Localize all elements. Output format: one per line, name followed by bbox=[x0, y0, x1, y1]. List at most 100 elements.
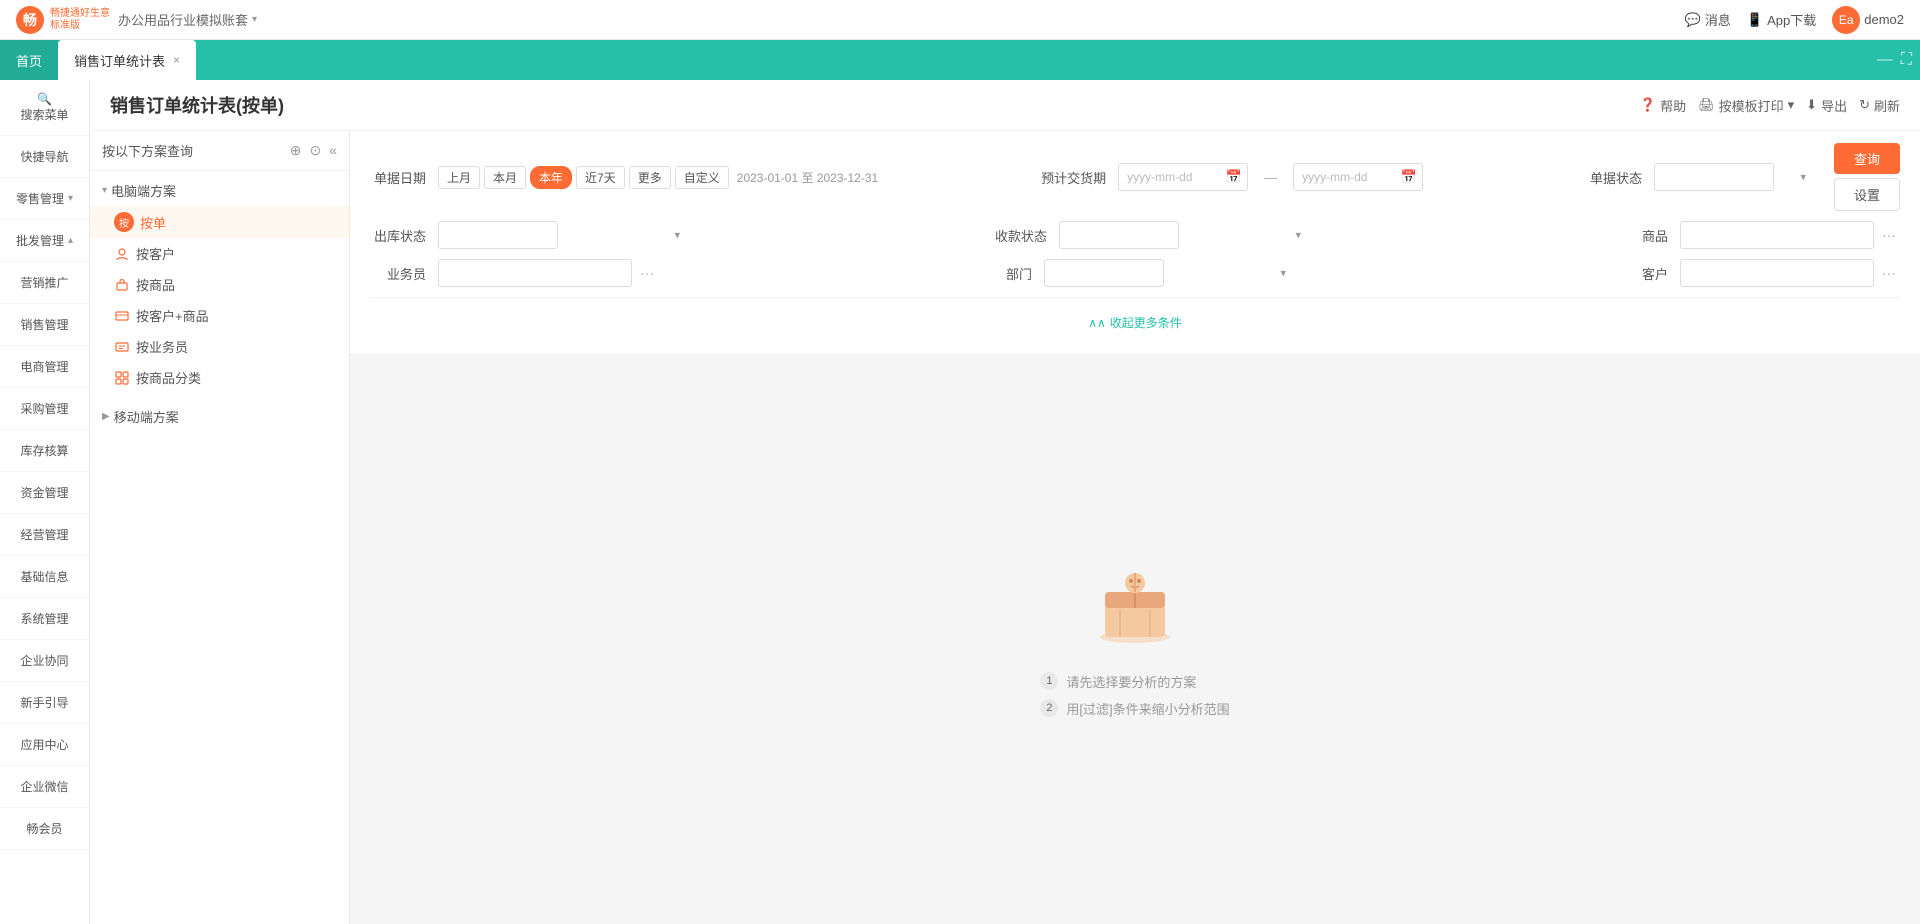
shortcut-this-year[interactable]: 本年 bbox=[530, 166, 572, 189]
content-area: 销售订单统计表(按单) ❓ 帮助 🖨 按模板打印 ▾ ⬇ 导出 ↻ 刷新 bbox=[90, 80, 1920, 924]
page-title: 销售订单统计表(按单) bbox=[110, 92, 284, 130]
receive-status-label: 收款状态 bbox=[991, 226, 1047, 245]
date-shortcut-group: 上月 本月 本年 近7天 更多 自定义 2023-01-01 至 2023-12… bbox=[438, 166, 878, 189]
filter-row-2: 出库状态 收款状态 商品 bbox=[370, 221, 1900, 249]
help-button[interactable]: ❓ 帮助 bbox=[1640, 96, 1686, 115]
goods-more-icon[interactable]: ··· bbox=[1878, 227, 1900, 243]
logo-area: 畅 畅捷通好生意 标准版 bbox=[16, 6, 110, 34]
sidebar-item-enterprise[interactable]: 企业协同 bbox=[0, 640, 89, 682]
sidebar-item-quicknav[interactable]: 快捷导航 bbox=[0, 136, 89, 178]
active-tab[interactable]: 销售订单统计表 × bbox=[58, 40, 196, 80]
avatar: Ea bbox=[1832, 6, 1860, 34]
sidebar-item-search[interactable]: 🔍 搜索菜单 bbox=[0, 80, 89, 136]
mobile-group-header[interactable]: ▶ 移动端方案 bbox=[90, 401, 349, 432]
sidebar: 🔍 搜索菜单 快捷导航 零售管理 ▾ 批发管理 ▴ 营销推广 销售管理 电商管理… bbox=[0, 80, 90, 924]
search-menu-icon: 🔍 bbox=[37, 92, 52, 106]
sidebar-item-label: 批发管理 bbox=[16, 232, 64, 249]
left-panel-actions: ⊕ ⊙ « bbox=[290, 142, 337, 159]
salesman-input[interactable] bbox=[438, 259, 632, 287]
sidebar-item-label: 电商管理 bbox=[8, 358, 81, 375]
shortcut-last-7days[interactable]: 近7天 bbox=[576, 166, 625, 189]
logo-text: 畅捷通好生意 标准版 bbox=[50, 8, 110, 32]
plan-item-by-salesman[interactable]: 按业务员 bbox=[90, 331, 349, 362]
plan-item-by-goods[interactable]: 按商品 bbox=[90, 269, 349, 300]
export-button[interactable]: ⬇ 导出 bbox=[1806, 96, 1847, 115]
ship-status-select-wrapper bbox=[438, 221, 688, 249]
sidebar-item-label: 企业协同 bbox=[8, 652, 81, 669]
filter-row-3: 业务员 ··· 部门 客户 bbox=[370, 259, 1900, 287]
customer-input-wrapper: ··· bbox=[1680, 259, 1900, 287]
sidebar-item-basic[interactable]: 基础信息 bbox=[0, 556, 89, 598]
collapse-panel-icon[interactable]: « bbox=[329, 142, 337, 159]
home-tab[interactable]: 首页 bbox=[0, 40, 58, 80]
app-download-button[interactable]: 📱 App下载 bbox=[1747, 10, 1816, 29]
goods-input[interactable] bbox=[1680, 221, 1874, 249]
shortcut-this-month[interactable]: 本月 bbox=[484, 166, 526, 189]
breadcrumb-dropdown-icon[interactable]: ▾ bbox=[252, 14, 257, 25]
pc-group-label: 电脑端方案 bbox=[111, 181, 176, 200]
empty-hint-2: 2 用[过滤]条件来缩小分析范围 bbox=[1040, 699, 1229, 718]
dept-select[interactable] bbox=[1044, 259, 1164, 287]
plan-item-label: 按客户 bbox=[136, 244, 175, 263]
salesman-more-icon[interactable]: ··· bbox=[636, 265, 658, 281]
empty-state: 1 请先选择要分析的方案 2 用[过滤]条件来缩小分析范围 bbox=[350, 353, 1920, 924]
hint-text-2: 用[过滤]条件来缩小分析范围 bbox=[1066, 699, 1229, 718]
settings-plan-icon[interactable]: ⊙ bbox=[309, 142, 321, 159]
tab-minimize-icon[interactable]: — bbox=[1877, 51, 1893, 69]
shortcut-more[interactable]: 更多 bbox=[629, 166, 671, 189]
shortcut-last-month[interactable]: 上月 bbox=[438, 166, 480, 189]
message-label: 消息 bbox=[1705, 10, 1731, 29]
sidebar-item-system[interactable]: 系统管理 bbox=[0, 598, 89, 640]
settings-button[interactable]: 设置 bbox=[1834, 178, 1900, 211]
left-panel: 按以下方案查询 ⊕ ⊙ « ▾ 电脑端方案 按 bbox=[90, 131, 350, 924]
sidebar-item-newbie[interactable]: 新手引导 bbox=[0, 682, 89, 724]
export-label: 导出 bbox=[1821, 96, 1847, 115]
shortcut-custom[interactable]: 自定义 bbox=[675, 166, 729, 189]
sidebar-item-label: 采购管理 bbox=[8, 400, 81, 417]
pc-group-header[interactable]: ▾ 电脑端方案 bbox=[90, 175, 349, 206]
tab-bar: 首页 销售订单统计表 × — ⛶ bbox=[0, 40, 1920, 80]
sidebar-item-ecommerce[interactable]: 电商管理 bbox=[0, 346, 89, 388]
expected-date-end-input[interactable] bbox=[1293, 163, 1423, 191]
receive-status-select[interactable] bbox=[1059, 221, 1179, 249]
status-select[interactable] bbox=[1654, 163, 1774, 191]
breadcrumb-area: 办公用品行业模拟账套 ▾ bbox=[118, 10, 257, 29]
expected-date-start-input[interactable] bbox=[1118, 163, 1248, 191]
sidebar-item-wholesale[interactable]: 批发管理 ▴ bbox=[0, 220, 89, 262]
sidebar-item-purchase[interactable]: 采购管理 bbox=[0, 388, 89, 430]
sidebar-item-label: 企业微信 bbox=[8, 778, 81, 795]
sidebar-item-inventory[interactable]: 库存核算 bbox=[0, 430, 89, 472]
plan-item-by-customer-goods[interactable]: 按客户+商品 bbox=[90, 300, 349, 331]
hint-text-1: 请先选择要分析的方案 bbox=[1066, 672, 1196, 691]
sidebar-item-retail[interactable]: 零售管理 ▾ bbox=[0, 178, 89, 220]
message-button[interactable]: 💬 消息 bbox=[1685, 10, 1731, 29]
sidebar-item-member[interactable]: 畅会员 bbox=[0, 808, 89, 850]
customer-more-icon[interactable]: ··· bbox=[1878, 265, 1900, 281]
template-print-button[interactable]: 🖨 按模板打印 ▾ bbox=[1698, 96, 1794, 115]
plan-item-by-category[interactable]: 按商品分类 bbox=[90, 362, 349, 393]
sidebar-item-label: 零售管理 bbox=[16, 190, 64, 207]
empty-hints-list: 1 请先选择要分析的方案 2 用[过滤]条件来缩小分析范围 bbox=[1040, 672, 1229, 726]
plan-item-by-order[interactable]: 按 按单 bbox=[90, 206, 349, 238]
customer-input[interactable] bbox=[1680, 259, 1874, 287]
sidebar-item-sales[interactable]: 销售管理 bbox=[0, 304, 89, 346]
add-plan-icon[interactable]: ⊕ bbox=[290, 142, 302, 159]
collapse-button[interactable]: ∧∧ 收起更多条件 bbox=[370, 308, 1900, 337]
sidebar-item-appstore[interactable]: 应用中心 bbox=[0, 724, 89, 766]
breadcrumb-text: 办公用品行业模拟账套 bbox=[118, 10, 248, 29]
status-select-wrapper bbox=[1654, 163, 1814, 191]
sidebar-item-finance[interactable]: 资金管理 bbox=[0, 472, 89, 514]
date-range-text: 2023-01-01 至 2023-12-31 bbox=[737, 169, 878, 186]
refresh-button[interactable]: ↻ 刷新 bbox=[1859, 96, 1900, 115]
plan-item-by-customer[interactable]: 按客户 bbox=[90, 238, 349, 269]
ship-status-select[interactable] bbox=[438, 221, 558, 249]
query-button[interactable]: 查询 bbox=[1834, 143, 1900, 174]
sidebar-item-marketing[interactable]: 营销推广 bbox=[0, 262, 89, 304]
user-area[interactable]: Ea demo2 bbox=[1832, 6, 1904, 34]
sidebar-item-operation[interactable]: 经营管理 bbox=[0, 514, 89, 556]
tab-maximize-icon[interactable]: ⛶ bbox=[1901, 51, 1912, 69]
tab-close-icon[interactable]: × bbox=[173, 53, 180, 67]
plan-item-label: 按商品 bbox=[136, 275, 175, 294]
sidebar-item-wechat[interactable]: 企业微信 bbox=[0, 766, 89, 808]
mobile-group-label: 移动端方案 bbox=[114, 407, 179, 426]
